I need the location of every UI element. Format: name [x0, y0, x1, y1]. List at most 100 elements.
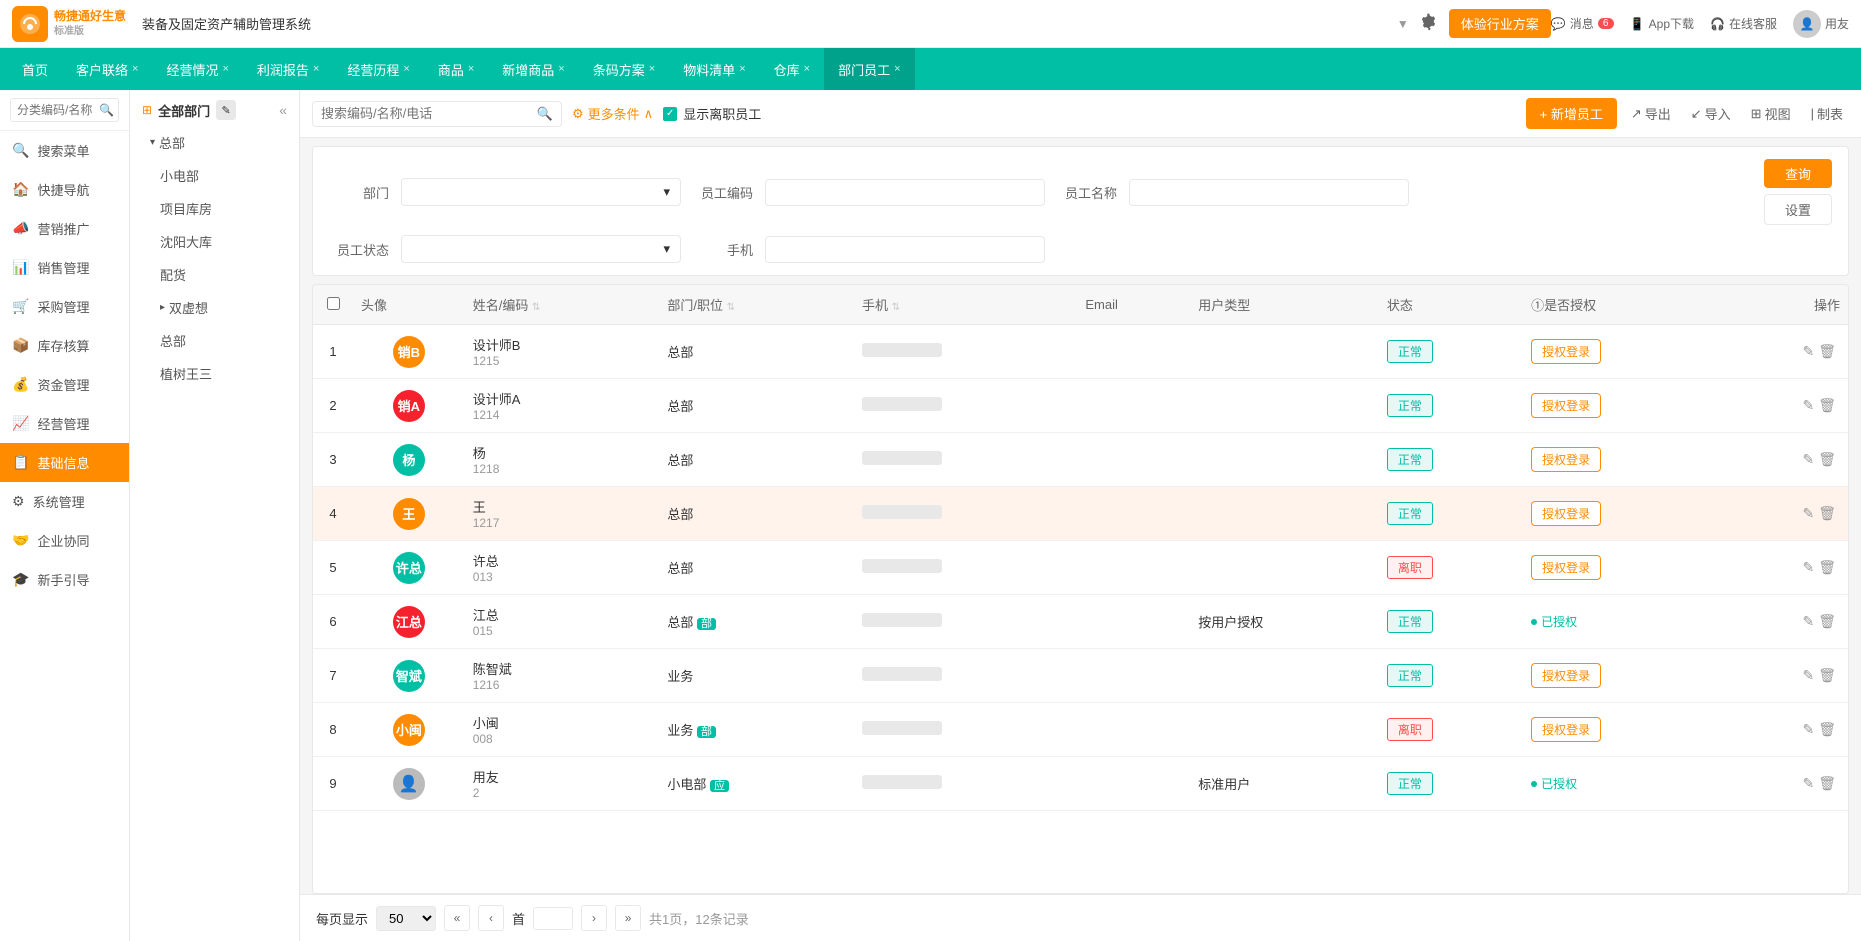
sidebar-item-搜索菜单[interactable]: 🔍搜索菜单 — [0, 131, 129, 170]
user-avatar[interactable]: 👤 用友 — [1793, 10, 1849, 38]
auth-button[interactable]: 授权登录 — [1531, 393, 1601, 418]
dept-item-沈阳大库[interactable]: 沈阳大库 — [130, 225, 299, 258]
delete-button[interactable]: 🗑 — [1818, 397, 1836, 413]
edit-button[interactable]: ✎ — [1802, 505, 1814, 521]
dept-item-植树王三[interactable]: 植树王三 — [130, 357, 299, 390]
nav-item-客户联络[interactable]: 客户联络× — [62, 48, 152, 90]
add-employee-button[interactable]: + 新增员工 — [1526, 98, 1617, 129]
auth-button[interactable]: 授权登录 — [1531, 447, 1601, 472]
nav-item-商品[interactable]: 商品× — [424, 48, 488, 90]
row-auth-cell[interactable]: 授权登录 — [1523, 487, 1723, 541]
row-auth-cell[interactable]: 授权登录 — [1523, 379, 1723, 433]
next-page-button[interactable]: › — [581, 905, 607, 931]
sidebar-item-销售管理[interactable]: 📊销售管理 — [0, 248, 129, 287]
delete-button[interactable]: 🗑 — [1818, 613, 1836, 629]
nav-close-icon[interactable]: × — [894, 63, 900, 75]
edit-button[interactable]: ✎ — [1802, 451, 1814, 467]
sidebar-item-基础信息[interactable]: 📋基础信息 — [0, 443, 129, 482]
delete-button[interactable]: 🗑 — [1818, 451, 1836, 467]
delete-button[interactable]: 🗑 — [1818, 721, 1836, 737]
settings-button[interactable] — [1419, 12, 1439, 35]
prev-page-button[interactable]: ‹ — [478, 905, 504, 931]
app-download-button[interactable]: 📱 App下载 — [1630, 15, 1694, 32]
dept-item-总部[interactable]: 总部 — [130, 324, 299, 357]
sidebar-item-经营管理[interactable]: 📈经营管理 — [0, 404, 129, 443]
delete-button[interactable]: 🗑 — [1818, 667, 1836, 683]
more-filter-button[interactable]: ⚙ 更多条件 ∧ — [572, 104, 653, 123]
delete-button[interactable]: 🗑 — [1818, 775, 1836, 791]
nav-item-新增商品[interactable]: 新增商品× — [488, 48, 578, 90]
row-auth-cell[interactable]: 授权登录 — [1523, 703, 1723, 757]
nav-item-首页[interactable]: 首页 — [8, 48, 62, 90]
show-former-checkbox-wrap[interactable]: ✓ 显示离职员工 — [663, 104, 761, 123]
dept-item-小电部[interactable]: 小电部 — [130, 159, 299, 192]
show-former-checkbox[interactable]: ✓ — [663, 107, 677, 121]
emp-status-filter-select[interactable]: ▾ — [401, 235, 681, 263]
page-size-select[interactable]: 50 100 — [376, 906, 436, 931]
row-auth-cell[interactable]: 授权登录 — [1523, 541, 1723, 595]
reset-button[interactable]: 设置 — [1764, 194, 1832, 225]
sidebar-item-采购管理[interactable]: 🛒采购管理 — [0, 287, 129, 326]
dept-item-配货[interactable]: 配货 — [130, 258, 299, 291]
select-all-checkbox[interactable] — [327, 297, 340, 310]
import-button[interactable]: ↙ 导入 — [1685, 100, 1737, 127]
row-auth-cell[interactable]: 授权登录 — [1523, 433, 1723, 487]
page-number-input[interactable]: 1 — [533, 907, 573, 930]
view-button[interactable]: ⊞ 视图 — [1745, 100, 1797, 127]
dept-item-项目库房[interactable]: 项目库房 — [130, 192, 299, 225]
edit-button[interactable]: ✎ — [1802, 775, 1814, 791]
row-auth-cell[interactable]: 授权登录 — [1523, 325, 1723, 379]
dept-item-总部[interactable]: ▾总部 — [130, 126, 299, 159]
nav-close-icon[interactable]: × — [468, 63, 474, 75]
auth-button[interactable]: 授权登录 — [1531, 663, 1601, 688]
message-button[interactable]: 💬 消息 6 — [1551, 15, 1614, 32]
nav-item-经营历程[interactable]: 经营历程× — [333, 48, 423, 90]
row-auth-cell[interactable]: 已授权 — [1523, 757, 1723, 811]
auth-button[interactable]: 授权登录 — [1531, 555, 1601, 580]
emp-code-filter-input[interactable] — [765, 179, 1045, 206]
nav-close-icon[interactable]: × — [222, 63, 228, 75]
nav-item-物料清单[interactable]: 物料清单× — [669, 48, 759, 90]
sidebar-item-新手引导[interactable]: 🎓新手引导 — [0, 560, 129, 599]
nav-item-条码方案[interactable]: 条码方案× — [579, 48, 669, 90]
trial-button[interactable]: 体验行业方案 — [1449, 9, 1551, 38]
export-button[interactable]: ↗ 导出 — [1625, 100, 1677, 127]
auth-button[interactable]: 授权登录 — [1531, 717, 1601, 742]
delete-button[interactable]: 🗑 — [1818, 559, 1836, 575]
nav-close-icon[interactable]: × — [558, 63, 564, 75]
dropdown-arrow-icon[interactable]: ▼ — [1397, 17, 1409, 31]
sidebar-item-资金管理[interactable]: 💰资金管理 — [0, 365, 129, 404]
delete-button[interactable]: 🗑 — [1818, 343, 1836, 359]
more-actions-button[interactable]: | 制表 — [1805, 100, 1849, 127]
last-page-button[interactable]: » — [615, 905, 641, 931]
phone-filter-input[interactable] — [765, 236, 1045, 263]
edit-button[interactable]: ✎ — [1802, 667, 1814, 683]
nav-close-icon[interactable]: × — [403, 63, 409, 75]
sidebar-item-营销推广[interactable]: 📣营销推广 — [0, 209, 129, 248]
nav-close-icon[interactable]: × — [804, 63, 810, 75]
sidebar-item-系统管理[interactable]: ⚙系统管理 — [0, 482, 129, 521]
nav-item-经营情况[interactable]: 经营情况× — [152, 48, 242, 90]
auth-button[interactable]: 授权登录 — [1531, 339, 1601, 364]
dept-filter-select[interactable]: ▾ — [401, 178, 681, 206]
nav-close-icon[interactable]: × — [649, 63, 655, 75]
edit-button[interactable]: ✎ — [1802, 721, 1814, 737]
sidebar-item-库存核算[interactable]: 📦库存核算 — [0, 326, 129, 365]
row-auth-cell[interactable]: 授权登录 — [1523, 649, 1723, 703]
emp-name-filter-input[interactable] — [1129, 179, 1409, 206]
nav-close-icon[interactable]: × — [739, 63, 745, 75]
dept-collapse-button[interactable]: « — [279, 102, 287, 118]
sidebar-item-快捷导航[interactable]: 🏠快捷导航 — [0, 170, 129, 209]
delete-button[interactable]: 🗑 — [1818, 505, 1836, 521]
edit-button[interactable]: ✎ — [1802, 559, 1814, 575]
nav-item-仓库[interactable]: 仓库× — [760, 48, 824, 90]
nav-item-部门员工[interactable]: 部门员工× — [824, 48, 914, 90]
edit-button[interactable]: ✎ — [1802, 397, 1814, 413]
first-page-button[interactable]: « — [444, 905, 470, 931]
employee-search-input[interactable] — [321, 106, 537, 121]
edit-button[interactable]: ✎ — [1802, 343, 1814, 359]
online-service-button[interactable]: 🎧 在线客服 — [1710, 15, 1777, 32]
dept-item-双虚想[interactable]: ▸双虚想 — [130, 291, 299, 324]
nav-close-icon[interactable]: × — [132, 63, 138, 75]
auth-button[interactable]: 授权登录 — [1531, 501, 1601, 526]
